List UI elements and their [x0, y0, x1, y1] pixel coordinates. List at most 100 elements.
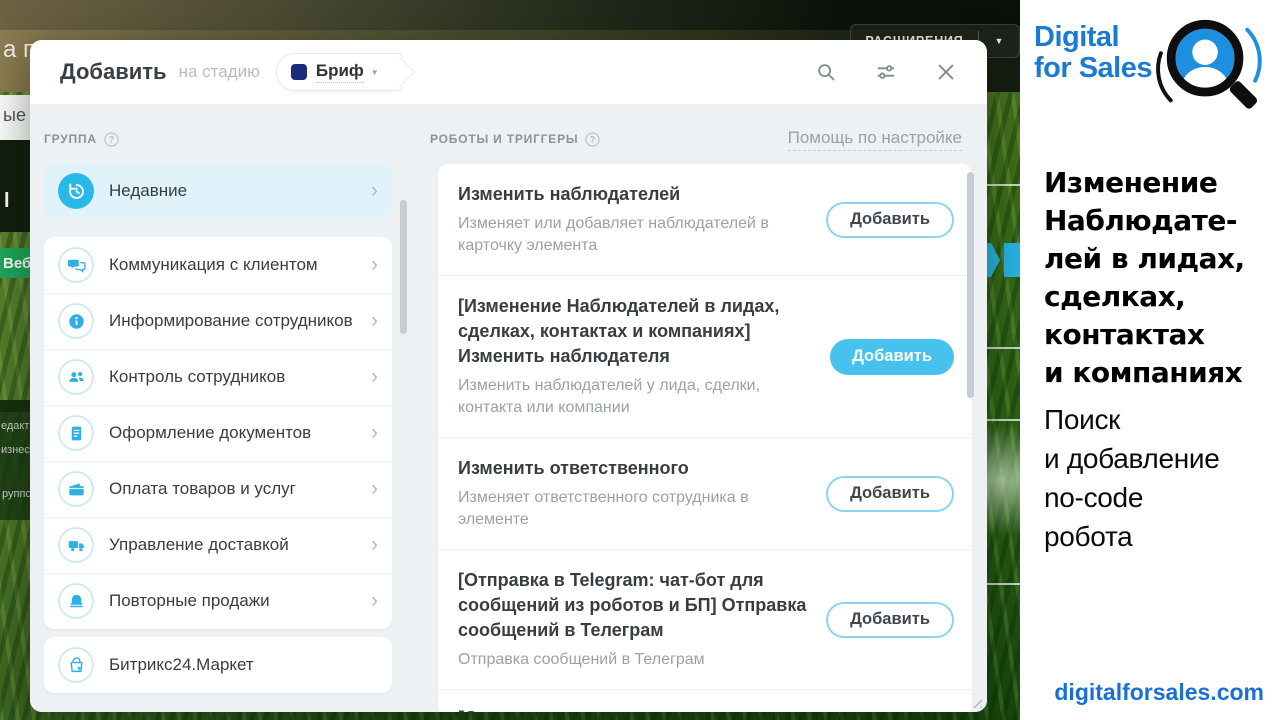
chevron-right-icon: ›	[371, 533, 380, 557]
brand-name-line1: Digital	[1034, 22, 1152, 53]
group-item-label: Управление доставкой	[109, 535, 356, 555]
dark-panel-fragment: l	[0, 140, 31, 232]
group-item[interactable]: Повторные продажи ›	[44, 573, 392, 629]
brand-name-line2: for Sales	[1034, 53, 1152, 84]
kanban-grid-line	[987, 583, 1020, 585]
add-robot-button[interactable]: Добавить	[826, 476, 954, 512]
group-list: Коммуникация с клиентом›Информирование с…	[44, 237, 392, 629]
dialog-title: Добавить	[60, 59, 167, 85]
robot-description: Изменить наблюдателей у лида, сделки, ко…	[458, 375, 822, 419]
filter-icon[interactable]	[875, 61, 897, 83]
group-item[interactable]: Оформление документов›	[44, 405, 392, 461]
robot-description: Изменяет ответственного сотрудника в эле…	[458, 487, 822, 531]
promo-sidebar: Digital for Sales ИзменениеНаблюдате-лей…	[1020, 0, 1280, 720]
chevron-right-icon: ›	[371, 309, 380, 333]
menu-tab-fragment: ые	[0, 95, 31, 140]
group-item-recent[interactable]: Недавние ›	[44, 163, 392, 219]
robot-list: Изменить наблюдателей Изменяет или добавл…	[438, 164, 972, 712]
chevron-right-icon: ›	[371, 179, 380, 203]
kanban-stage-arrow	[1004, 243, 1020, 277]
add-robot-dialog: Добавить на стадию Бриф ▼ ГРУППА ? Недав…	[30, 40, 987, 712]
robot-item-partial: [Отправка	[438, 689, 972, 712]
group-item-label: Коммуникация с клиентом	[109, 255, 356, 275]
add-robot-button[interactable]: Добавить	[830, 339, 954, 375]
dialog-header: Добавить на стадию Бриф ▼	[30, 40, 987, 104]
search-icon[interactable]	[815, 61, 837, 83]
chat-icon	[58, 247, 94, 283]
promo-heading-line: контактах	[1044, 316, 1280, 354]
close-icon[interactable]	[935, 61, 957, 83]
market-icon	[58, 647, 94, 683]
document-icon	[58, 415, 94, 451]
add-robot-button[interactable]: Добавить	[826, 602, 954, 638]
group-item[interactable]: Недавние ›	[44, 163, 392, 219]
promo-subtext: Поиски добавлениеno-codeробота	[1044, 400, 1280, 556]
promo-heading-line: лей в лидах,	[1044, 240, 1280, 278]
groups-section-label: ГРУППА	[44, 132, 97, 146]
promo-heading: ИзменениеНаблюдате-лей в лидах,сделках,к…	[1044, 164, 1280, 392]
groups-panel: ГРУППА ? Недавние › Коммуникация с клиент…	[30, 104, 420, 712]
group-item-label: Повторные продажи	[109, 591, 356, 611]
group-item-label: Оплата товаров и услуг	[109, 479, 356, 499]
promo-subtext-line: no-code	[1044, 478, 1280, 517]
promo-heading-line: Наблюдате-	[1044, 202, 1280, 240]
stage-color-swatch	[291, 64, 307, 80]
chevron-right-icon: ›	[371, 477, 380, 501]
promo-subtext-line: Поиск	[1044, 400, 1280, 439]
robot-item: Изменить наблюдателей Изменяет или добавл…	[438, 164, 972, 275]
chevron-right-icon: ›	[371, 253, 380, 277]
promo-heading-line: сделках,	[1044, 278, 1280, 316]
group-item-label: Битрикс24.Маркет	[109, 655, 380, 675]
group-item-market[interactable]: Битрикс24.Маркет	[44, 637, 392, 693]
robot-title: Изменить ответственного	[458, 456, 822, 481]
chevron-down-icon: ▼	[371, 68, 379, 77]
svg-text:?: ?	[590, 134, 595, 144]
info-icon	[58, 303, 94, 339]
group-item[interactable]: Коммуникация с клиентом ›	[44, 237, 392, 293]
brand-logo-magnifier-face	[1154, 12, 1262, 120]
group-item[interactable]: Битрикс24.Маркет	[44, 637, 392, 693]
bell-icon	[58, 583, 94, 619]
settings-panel-fragment: едакт изнес руппо	[0, 400, 31, 520]
robots-panel: РОБОТЫ И ТРИГГЕРЫ ? Помощь по настройке …	[420, 104, 987, 712]
svg-text:?: ?	[109, 134, 114, 144]
group-item[interactable]: Управление доставкой ›	[44, 517, 392, 573]
robots-section-label: РОБОТЫ И ТРИГГЕРЫ	[430, 132, 578, 146]
kanban-grid-line	[987, 347, 1020, 349]
promo-heading-line: и компаниях	[1044, 354, 1280, 392]
stage-selector[interactable]: Бриф ▼	[276, 53, 402, 91]
robot-title: [Отправка в Telegram: чат-бот для сообще…	[458, 568, 822, 643]
group-item-label: Контроль сотрудников	[109, 367, 356, 387]
chevron-right-icon: ›	[371, 421, 380, 445]
history-icon	[58, 173, 94, 209]
group-item[interactable]: Информирование сотрудников ›	[44, 293, 392, 349]
group-item-label: Информирование сотрудников	[109, 311, 356, 331]
dialog-subtitle: на стадию	[179, 62, 260, 82]
groups-scrollbar[interactable]	[400, 200, 407, 334]
group-item[interactable]: Оплата товаров и услуг ›	[44, 461, 392, 517]
group-item[interactable]: Контроль сотрудников ›	[44, 349, 392, 405]
people-icon	[58, 359, 94, 395]
kanban-grid-line	[987, 419, 1020, 421]
setup-help-link[interactable]: Помощь по настройке	[788, 128, 962, 151]
add-robot-button[interactable]: Добавить	[826, 202, 954, 238]
robot-description: Изменяет или добавляет наблюдателей в ка…	[458, 213, 822, 257]
promo-subtext-line: и добавление	[1044, 439, 1280, 478]
stage-label: Бриф	[316, 61, 364, 83]
chevron-right-icon: ›	[371, 365, 380, 389]
robot-title: Изменить наблюдателей	[458, 182, 822, 207]
robot-title: [Отправка	[458, 706, 822, 712]
group-item-label: Недавние	[109, 181, 356, 201]
chevron-right-icon: ›	[371, 589, 380, 613]
robot-item: [Изменение Наблюдателей в лидах, сделках…	[438, 275, 972, 437]
help-question-icon[interactable]: ?	[104, 132, 119, 147]
robots-scrollbar[interactable]	[967, 172, 974, 398]
wallet-icon	[58, 471, 94, 507]
help-question-icon[interactable]: ?	[585, 132, 600, 147]
promo-heading-line: Изменение	[1044, 164, 1280, 202]
robot-item: [Отправка в Telegram: чат-бот для сообще…	[438, 549, 972, 689]
robot-item: Изменить ответственного Изменяет ответств…	[438, 437, 972, 549]
truck-icon	[58, 527, 94, 563]
robot-description: Отправка сообщений в Телеграм	[458, 649, 822, 671]
website-link[interactable]: digitalforsales.com	[1054, 679, 1264, 706]
